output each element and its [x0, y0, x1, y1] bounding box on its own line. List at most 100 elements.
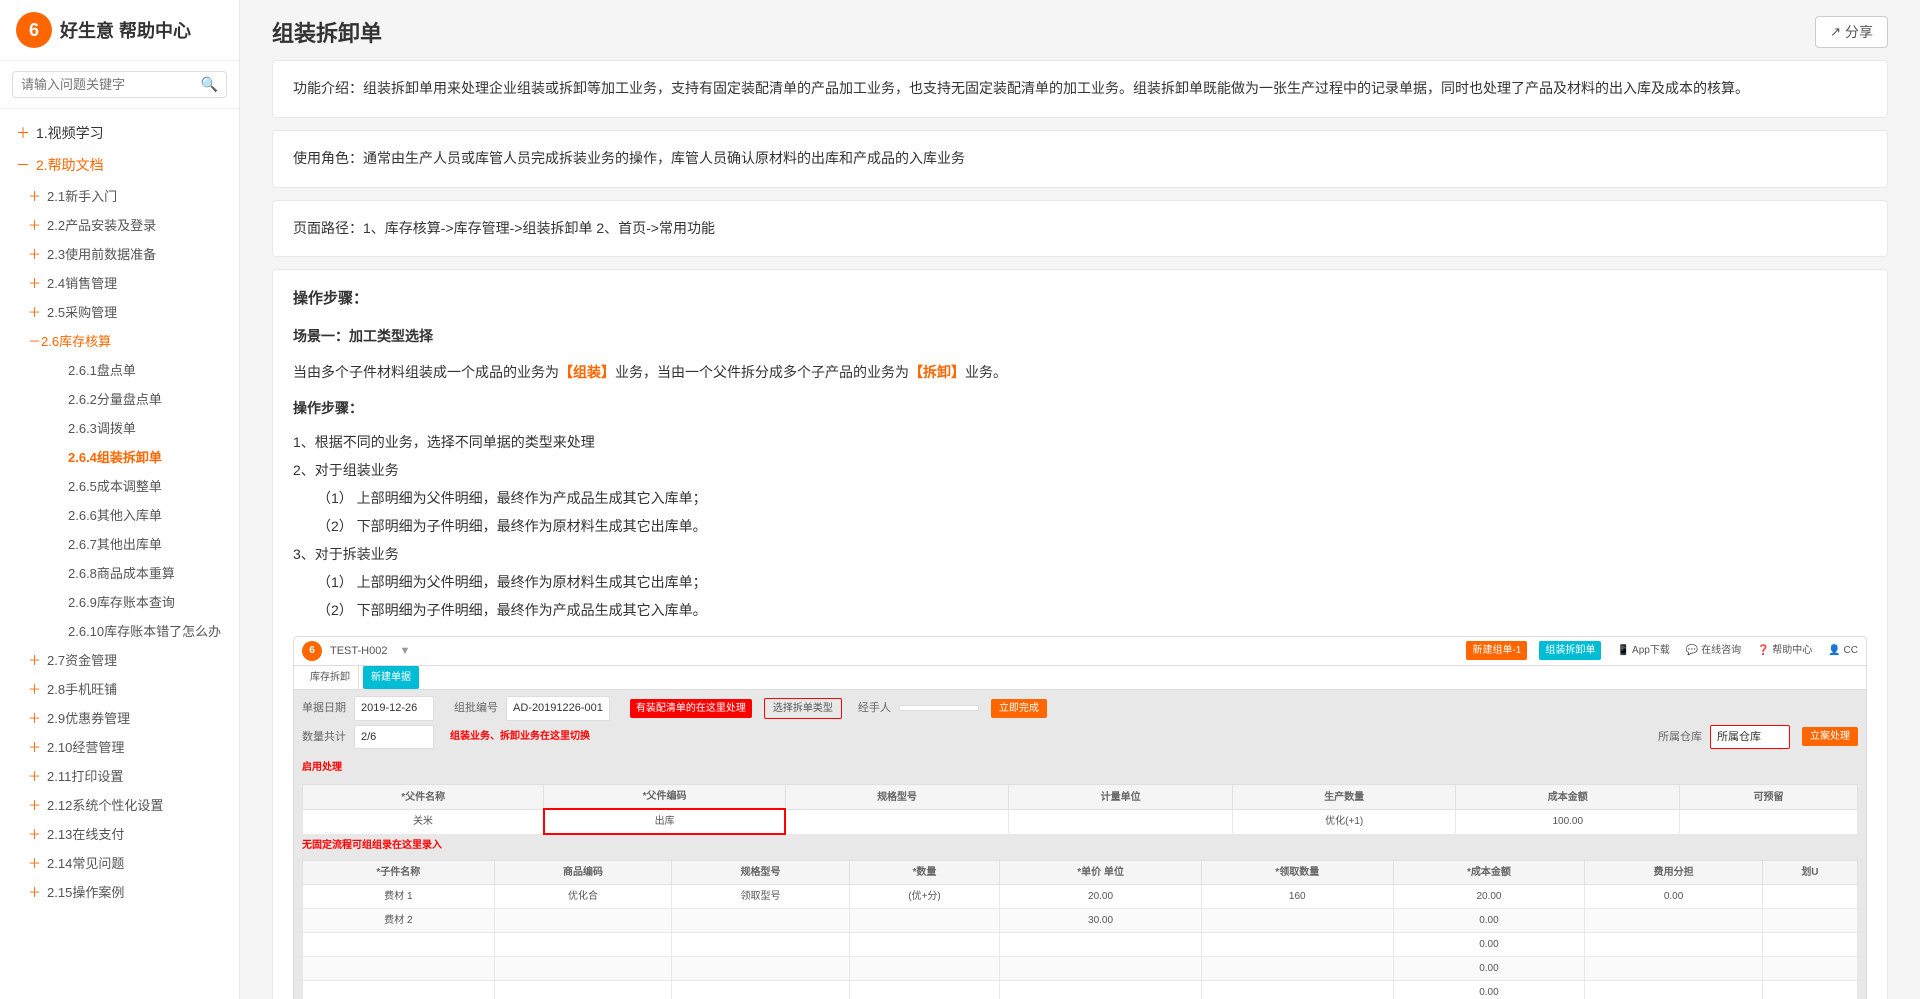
sidebar-item-cost-adjust[interactable]: 2.6.5成本调整单 — [52, 471, 239, 500]
lr1-code: 优化合 — [494, 885, 672, 909]
online-consult-btn[interactable]: 💬 在线咨询 — [1686, 642, 1741, 659]
lower-th-8: 费用分担 — [1585, 861, 1763, 885]
lower-th-5: *单价 单位 — [1000, 861, 1202, 885]
sidebar-item-faq[interactable]: ＋ 2.14常见问题 — [28, 848, 239, 877]
form-row-2: 数量共计 2/6 组装业务、拆卸业务在这里切换 所属仓库 所属仓库 立案处理 — [302, 725, 1858, 750]
sidebar-item-settings[interactable]: ＋ 2.12系统个性化设置 — [28, 790, 239, 819]
tab-inventory[interactable]: 库存拆卸 — [302, 666, 359, 689]
plus-icon: ＋ — [28, 273, 41, 292]
upper-table-wrapper: *父件名称 *父件编码 规格型号 计量单位 生产数量 成本金额 可预留 — [294, 784, 1866, 835]
lower-th-1: *子件名称 — [303, 861, 495, 885]
sidebar-item-transfer[interactable]: 2.6.3调拨单 — [52, 413, 239, 442]
plus-icon: ＋ — [28, 186, 41, 205]
main-header: 组装拆卸单 ↗ 分享 — [240, 0, 1920, 60]
help-center-btn[interactable]: ❓ 帮助中心 — [1757, 642, 1812, 659]
nav-section-video: ＋ 1.视频学习 — [0, 117, 239, 149]
sidebar-item-cost-recalc[interactable]: 2.6.8商品成本重算 — [52, 558, 239, 587]
sidebar-item-coupon[interactable]: ＋ 2.9优惠券管理 — [28, 703, 239, 732]
lower-table-wrapper: *子件名称 商品编码 规格型号 *数量 *单价 单位 *领取数量 *成本金额 费… — [294, 860, 1866, 999]
upper-row-1: 关米 出库 优化(+1) 100.00 — [303, 809, 1858, 834]
minus-icon: － — [28, 331, 41, 350]
sidebar-item-dataprep[interactable]: ＋ 2.3使用前数据准备 — [28, 239, 239, 268]
plus-icon: ＋ — [28, 708, 41, 727]
plus-icon: ＋ — [28, 215, 41, 234]
sidebar-item-stocktake[interactable]: 2.6.1盘点单 — [52, 355, 239, 384]
plus-icon: ＋ — [16, 123, 30, 143]
lower-row-3: 0.00 — [303, 933, 1858, 957]
confirm-btn[interactable]: 立即完成 — [991, 699, 1047, 718]
lr2-name: 费材 2 — [303, 909, 495, 933]
lr1-qty: (优+分) — [849, 885, 999, 909]
lower-th-2: 商品编码 — [494, 861, 672, 885]
path-text: 页面路径：1、库存核算->库存管理->组装拆卸单 2、首页->常用功能 — [293, 217, 1867, 241]
warehouse-input[interactable]: 所属仓库 — [1710, 725, 1790, 750]
order-input[interactable]: AD-20191226-001 — [506, 696, 610, 721]
sidebar-item-help-label: 2.帮助文档 — [36, 155, 104, 175]
user-cc-btn[interactable]: 👤 CC — [1828, 642, 1858, 659]
annotation-a1: 有装配清单的在这里处理 — [630, 699, 752, 718]
app-name: TEST-H002 — [330, 642, 387, 661]
search-input[interactable] — [21, 77, 201, 92]
lower-th-3: 规格型号 — [672, 861, 850, 885]
sidebar-item-inventory-fix[interactable]: 2.6.10库存账本错了怎么办 — [52, 616, 239, 645]
sidebar-item-newuser[interactable]: ＋ 2.1新手入门 — [28, 181, 239, 210]
date-input[interactable]: 2019-12-26 — [354, 696, 434, 721]
type-select[interactable]: 选择拆单类型 — [764, 698, 842, 719]
page-title: 组装拆卸单 — [272, 16, 382, 48]
start-btn[interactable]: 立案处理 — [1802, 727, 1858, 746]
lr1-price: 20.00 — [1000, 885, 1202, 909]
logo-area: 6 好生意 帮助中心 — [0, 0, 239, 61]
warehouse-label: 所属仓库 — [1658, 728, 1702, 747]
lower-row-1: 费材 1 优化合 领取型号 (优+分) 20.00 160 20.00 0.00 — [303, 885, 1858, 909]
upper-th-6: 成本金额 — [1456, 785, 1680, 810]
date-label: 单据日期 — [302, 699, 346, 718]
step3-1: （1） 上部明细为父件明细，最终作为原材料生成其它出库单； — [293, 568, 1867, 596]
annotation-a2: 组装业务、拆卸业务在这里切换 — [450, 728, 590, 745]
search-button[interactable]: 🔍 — [201, 76, 218, 93]
annotation-area-a3: 启用处理 — [294, 759, 1866, 780]
logo-icon: 6 — [16, 12, 52, 48]
operations-card: 操作步骤： 场景一：加工类型选择 当由多个子件材料组装成一个成品的业务为【组装】… — [272, 269, 1888, 999]
plus-icon: ＋ — [28, 853, 41, 872]
sidebar-item-partial-stocktake[interactable]: 2.6.2分量盘点单 — [52, 384, 239, 413]
upper-th-3: 规格型号 — [785, 785, 1009, 810]
share-button[interactable]: ↗ 分享 — [1815, 16, 1888, 48]
app-download-btn[interactable]: 📱 App下载 — [1617, 642, 1669, 659]
tab-neworder[interactable]: 新建单据 — [363, 666, 419, 689]
path-intro-card: 页面路径：1、库存核算->库存管理->组装拆卸单 2、首页->常用功能 — [272, 200, 1888, 258]
sidebar-item-payment[interactable]: ＋ 2.13在线支付 — [28, 819, 239, 848]
person-input[interactable] — [899, 705, 979, 711]
sidebar-item-inventory[interactable]: － 2.6库存核算 — [28, 326, 239, 355]
sidebar-item-purchase[interactable]: ＋ 2.5采购管理 — [28, 297, 239, 326]
sidebar-item-install[interactable]: ＋ 2.2产品安装及登录 — [28, 210, 239, 239]
upper-th-1: *父件名称 — [303, 785, 544, 810]
sidebar-item-video[interactable]: ＋ 1.视频学习 — [0, 117, 239, 149]
nav-section-help: － 2.帮助文档 ＋ 2.1新手入门 ＋ 2.2产品安装及登录 ＋ 2.3使用前… — [0, 149, 239, 906]
lr2-qty — [849, 909, 999, 933]
new-order-btn[interactable]: 新建组单-1 — [1466, 641, 1527, 660]
steps-label: 操作步骤： — [293, 400, 363, 416]
assembly-order-btn[interactable]: 组装拆卸单 — [1539, 641, 1601, 660]
sidebar-item-other-out[interactable]: 2.6.7其他出库单 — [52, 529, 239, 558]
plus-icon: ＋ — [28, 679, 41, 698]
sidebar-item-cases[interactable]: ＋ 2.15操作案例 — [28, 877, 239, 906]
lr2-u — [1762, 909, 1857, 933]
sidebar-item-inventory-query[interactable]: 2.6.9库存账本查询 — [52, 587, 239, 616]
lr5-cost: 0.00 — [1393, 981, 1585, 999]
scenario-title: 场景一：加工类型选择 — [293, 328, 433, 344]
sidebar-item-sales[interactable]: ＋ 2.4销售管理 — [28, 268, 239, 297]
step2-1: （1） 上部明细为父件明细，最终作为产成品生成其它入库单； — [293, 484, 1867, 512]
lr1-take: 160 — [1201, 885, 1393, 909]
lr3-cost: 0.00 — [1393, 933, 1585, 957]
lower-th-4: *数量 — [849, 861, 999, 885]
sidebar-item-finance[interactable]: ＋ 2.7资金管理 — [28, 645, 239, 674]
sidebar-item-print[interactable]: ＋ 2.11打印设置 — [28, 761, 239, 790]
sidebar-item-ops[interactable]: ＋ 2.10经营管理 — [28, 732, 239, 761]
step2: 2、对于组装业务 — [293, 456, 1867, 484]
sidebar-item-assembly[interactable]: 2.6.4组装拆卸单 — [52, 442, 239, 471]
sidebar-item-mobile[interactable]: ＋ 2.8手机旺铺 — [28, 674, 239, 703]
sidebar-item-other-in[interactable]: 2.6.6其他入库单 — [52, 500, 239, 529]
feature-text: 功能介绍：组装拆卸单用来处理企业组装或拆卸等加工业务，支持有固定装配清单的产品加… — [293, 77, 1867, 101]
sidebar-item-help[interactable]: － 2.帮助文档 — [0, 149, 239, 181]
role-intro-card: 使用角色：通常由生产人员或库管人员完成拆装业务的操作，库管人员确认原材料的出库和… — [272, 130, 1888, 188]
